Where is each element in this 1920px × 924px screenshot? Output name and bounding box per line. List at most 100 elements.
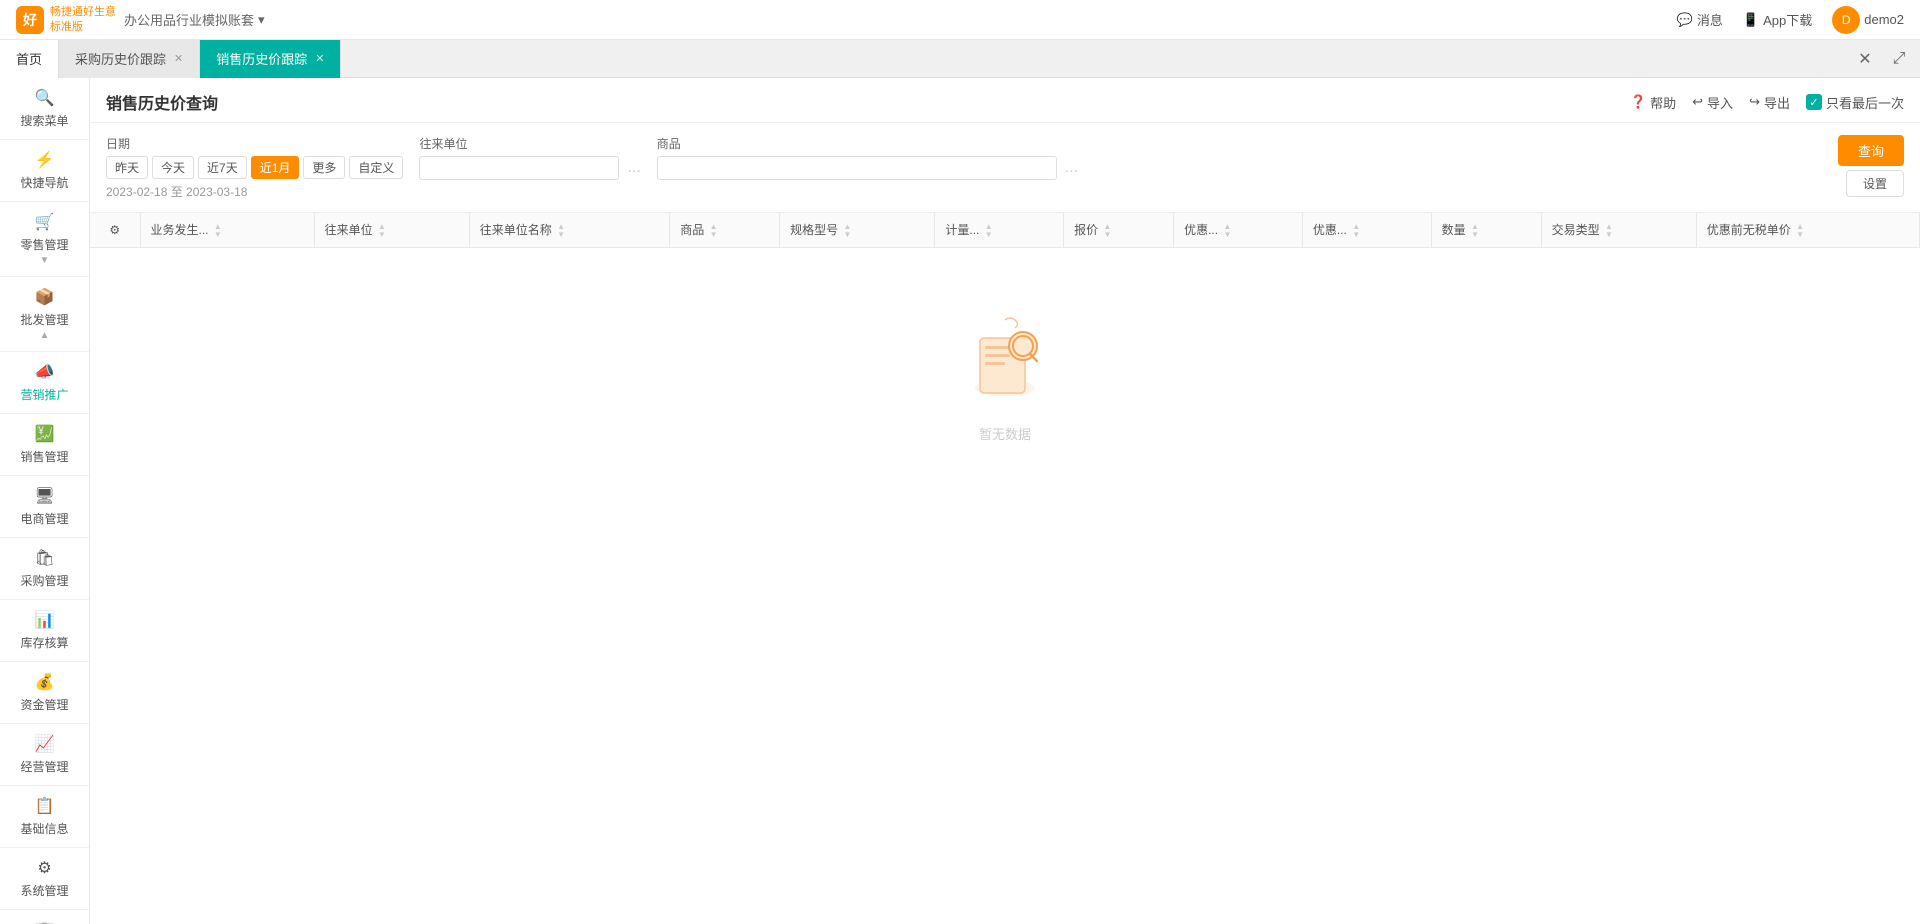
sidebar-label-wholesale: 批发管理 bbox=[20, 311, 68, 328]
logo-icon: 好 bbox=[16, 6, 44, 34]
message-icon: 💬 bbox=[1677, 12, 1693, 28]
sidebar-item-ecommerce[interactable]: 🖥 电商管理 bbox=[0, 476, 89, 538]
col-unit-name[interactable]: 往来单位名称 ▲ ▼ bbox=[469, 213, 669, 247]
col-quote[interactable]: 报价 ▲ ▼ bbox=[1064, 213, 1174, 247]
filter-actions: 查询 设置 bbox=[1838, 135, 1904, 197]
sidebar-label-finance: 资金管理 bbox=[20, 696, 68, 713]
sidebar-item-retail[interactable]: 🛒 零售管理 ▼ bbox=[0, 202, 89, 277]
quicknav-icon: ⚡ bbox=[35, 150, 55, 170]
col-unit-name-label: 往来单位名称 bbox=[480, 223, 552, 237]
col-discount2[interactable]: 优惠... ▲ ▼ bbox=[1302, 213, 1431, 247]
sidebar-label-sales: 销售管理 bbox=[20, 448, 68, 465]
sidebar-item-basic-info[interactable]: 📋 基础信息 bbox=[0, 786, 89, 848]
only-last-checkbox[interactable]: ✓ 只看最后一次 bbox=[1806, 93, 1904, 112]
header-right: 💬 消息 📱 App下载 D demo2 bbox=[1677, 6, 1904, 34]
inventory-icon: 📊 bbox=[35, 610, 55, 630]
sidebar-label-purchase: 采购管理 bbox=[20, 572, 68, 589]
sidebar-label-system: 系统管理 bbox=[20, 882, 68, 899]
date-btn-yesterday[interactable]: 昨天 bbox=[106, 156, 148, 179]
sort-down-disc2: ▼ bbox=[1352, 231, 1360, 239]
sidebar-label-search: 搜索菜单 bbox=[20, 112, 68, 129]
col-biz-date[interactable]: 业务发生... ▲ ▼ bbox=[140, 213, 314, 247]
sidebar-item-finance[interactable]: 💰 资金管理 bbox=[0, 662, 89, 724]
date-btn-7days[interactable]: 近7天 bbox=[198, 156, 247, 179]
sort-down-unit: ▼ bbox=[378, 231, 386, 239]
tab-home[interactable]: 首页 bbox=[0, 40, 59, 78]
system-icon: ⚙ bbox=[37, 858, 51, 878]
source-unit-dots[interactable]: ... bbox=[627, 159, 640, 177]
source-unit-input[interactable] bbox=[419, 156, 619, 180]
col-pretax-price[interactable]: 优惠前无税单价 ▲ ▼ bbox=[1696, 213, 1919, 247]
col-unit-label: 计量... bbox=[945, 223, 979, 237]
page-header-actions: ❓ 帮助 ↩ 导入 ↪ 导出 ✓ 只看最后一次 bbox=[1630, 93, 1904, 112]
sidebar-item-operations[interactable]: 📈 经营管理 bbox=[0, 724, 89, 786]
import-action[interactable]: ↩ 导入 bbox=[1692, 93, 1733, 112]
maximize-btn[interactable]: ⤢ bbox=[1886, 46, 1912, 72]
col-unit-code[interactable]: 往来单位 ▲ ▼ bbox=[314, 213, 469, 247]
sidebar-item-purchase[interactable]: 🛍 采购管理 bbox=[0, 538, 89, 600]
logo-area: 好 畅捷通好生意 标准版 bbox=[16, 5, 116, 34]
date-btn-custom[interactable]: 自定义 bbox=[349, 156, 403, 179]
col-quantity[interactable]: 数量 ▲ ▼ bbox=[1431, 213, 1541, 247]
date-btn-1month[interactable]: 近1月 bbox=[251, 156, 300, 179]
checkbox-icon: ✓ bbox=[1806, 94, 1822, 110]
tab-purchase-history[interactable]: 采购历史价跟踪 ✕ bbox=[59, 40, 200, 78]
col-quote-label: 报价 bbox=[1074, 223, 1098, 237]
query-button[interactable]: 查询 bbox=[1838, 135, 1904, 166]
goods-input[interactable] bbox=[657, 156, 1057, 180]
sidebar-item-system[interactable]: ⚙ 系统管理 bbox=[0, 848, 89, 910]
sidebar-item-quicknav[interactable]: ⚡ 快捷导航 bbox=[0, 140, 89, 202]
sort-down-trade: ▼ bbox=[1605, 231, 1613, 239]
tab-sales-close[interactable]: ✕ bbox=[315, 52, 324, 65]
sidebar: 🔍 搜索菜单 ⚡ 快捷导航 🛒 零售管理 ▼ 📦 批发管理 ▲ 📣 营销推广 💹… bbox=[0, 78, 90, 924]
sidebar-item-wholesale[interactable]: 📦 批发管理 ▲ bbox=[0, 277, 89, 352]
sort-icons-spec: ▲ ▼ bbox=[844, 223, 852, 239]
tab-purchase-close[interactable]: ✕ bbox=[174, 52, 183, 65]
tab-sales-history[interactable]: 销售历史价跟踪 ✕ bbox=[200, 40, 341, 78]
sort-down-spec: ▼ bbox=[844, 231, 852, 239]
col-pretax-price-label: 优惠前无税单价 bbox=[1707, 223, 1791, 237]
wholesale-icon: 📦 bbox=[35, 287, 55, 307]
tab-bar-actions: ✕ ⤢ bbox=[1852, 46, 1920, 72]
close-all-tabs[interactable]: ✕ bbox=[1852, 46, 1878, 72]
sort-down-qty: ▼ bbox=[1471, 231, 1479, 239]
col-discount1[interactable]: 优惠... ▲ ▼ bbox=[1174, 213, 1303, 247]
date-btn-more[interactable]: 更多 bbox=[303, 156, 345, 179]
col-settings[interactable]: ⚙ bbox=[90, 213, 140, 247]
source-unit-filter: 往来单位 ... bbox=[419, 135, 640, 180]
user-action[interactable]: D demo2 bbox=[1832, 6, 1904, 34]
sort-down-quote: ▼ bbox=[1104, 231, 1112, 239]
message-action[interactable]: 💬 消息 bbox=[1677, 10, 1723, 29]
sidebar-item-enterprise[interactable]: 🏢 企业协同 bbox=[0, 910, 89, 924]
sidebar-item-marketing[interactable]: 📣 营销推广 bbox=[0, 352, 89, 414]
date-btn-today[interactable]: 今天 bbox=[152, 156, 194, 179]
sort-icons-disc1: ▲ ▼ bbox=[1223, 223, 1231, 239]
app-download-action[interactable]: 📱 App下载 bbox=[1743, 10, 1812, 29]
col-goods[interactable]: 商品 ▲ ▼ bbox=[670, 213, 780, 247]
sort-icons-disc2: ▲ ▼ bbox=[1352, 223, 1360, 239]
sidebar-item-search[interactable]: 🔍 搜索菜单 bbox=[0, 78, 89, 140]
page-title: 销售历史价查询 bbox=[106, 90, 218, 114]
settings-icon: ⚙ bbox=[109, 223, 120, 237]
dropdown-icon: ▾ bbox=[258, 12, 265, 28]
export-action[interactable]: ↪ 导出 bbox=[1749, 93, 1790, 112]
goods-dots[interactable]: ... bbox=[1065, 159, 1078, 177]
col-spec[interactable]: 规格型号 ▲ ▼ bbox=[780, 213, 935, 247]
sort-icons-goods: ▲ ▼ bbox=[710, 223, 718, 239]
app-title-dropdown[interactable]: 办公用品行业模拟账套 ▾ bbox=[124, 10, 265, 29]
col-trade-type-label: 交易类型 bbox=[1552, 223, 1600, 237]
col-unit[interactable]: 计量... ▲ ▼ bbox=[935, 213, 1064, 247]
settings-button[interactable]: 设置 bbox=[1846, 170, 1904, 197]
retail-icon: 🛒 bbox=[35, 212, 55, 232]
source-unit-input-row: ... bbox=[419, 156, 640, 180]
date-label: 日期 bbox=[106, 135, 403, 152]
col-spec-label: 规格型号 bbox=[790, 223, 838, 237]
sidebar-label-inventory: 库存核算 bbox=[20, 634, 68, 651]
help-action[interactable]: ❓ 帮助 bbox=[1630, 93, 1676, 112]
sidebar-item-inventory[interactable]: 📊 库存核算 bbox=[0, 600, 89, 662]
page-header: 销售历史价查询 ❓ 帮助 ↩ 导入 ↪ 导出 ✓ bbox=[90, 78, 1920, 123]
sidebar-item-sales[interactable]: 💹 销售管理 bbox=[0, 414, 89, 476]
sort-down-unit2: ▼ bbox=[985, 231, 993, 239]
col-trade-type[interactable]: 交易类型 ▲ ▼ bbox=[1541, 213, 1696, 247]
sales-icon: 💹 bbox=[35, 424, 55, 444]
